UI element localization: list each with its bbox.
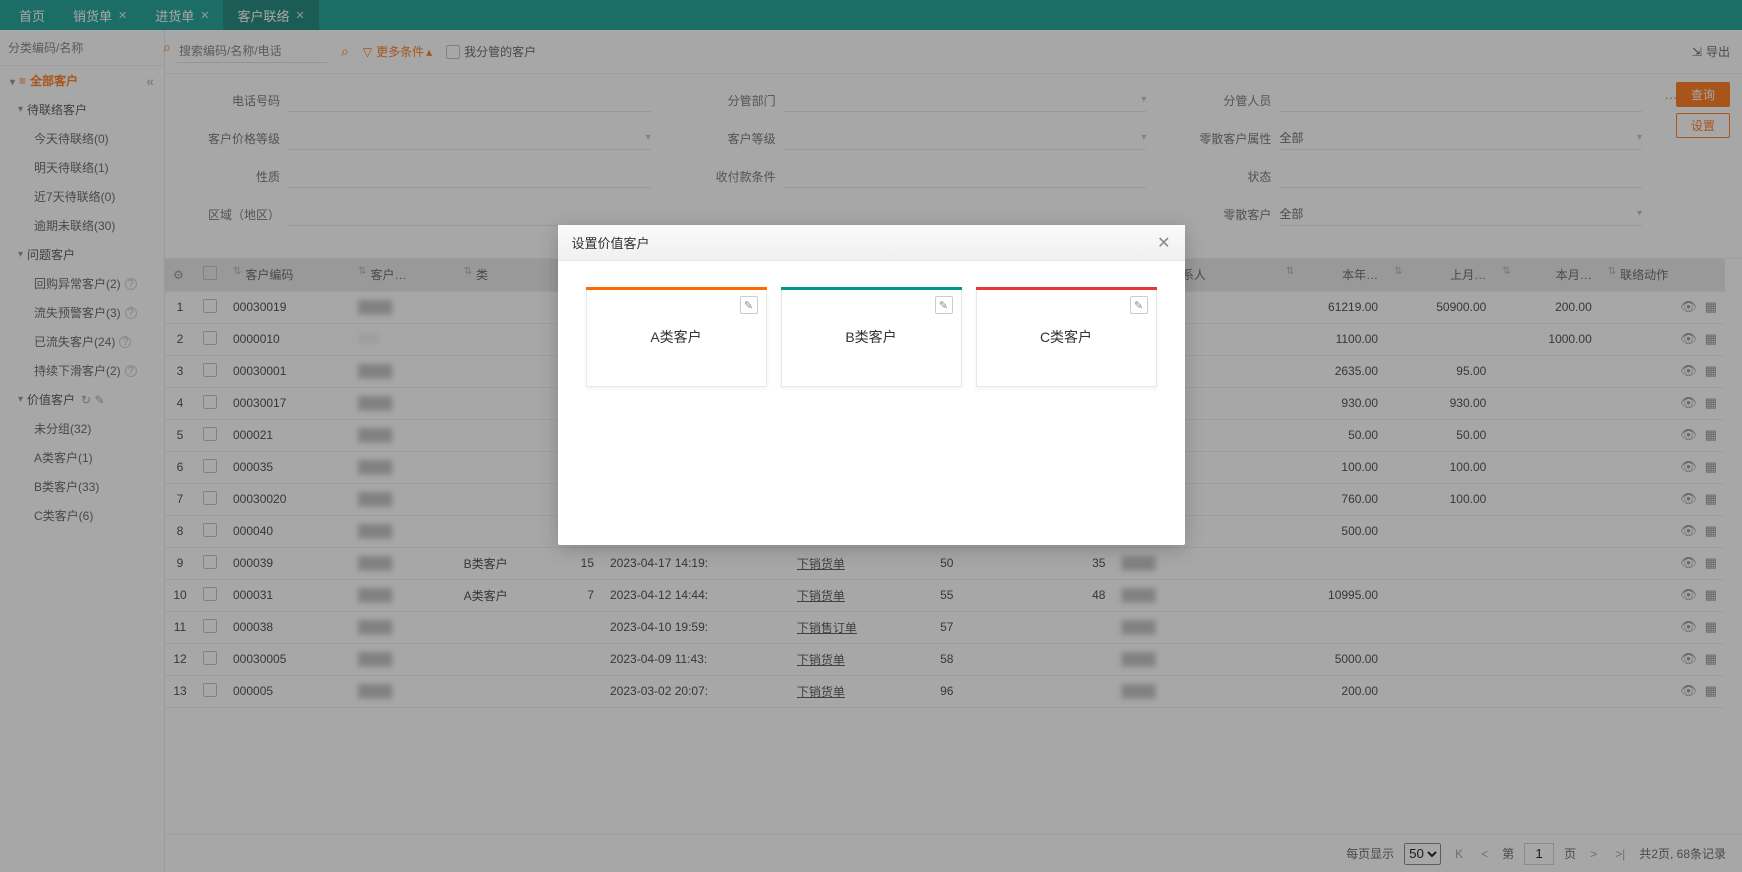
edit-icon[interactable]: ✎ <box>1130 296 1148 314</box>
modal-overlay: 设置价值客户 ✕ ✎ A类客户 ✎ B类客户 ✎ C类客户 <box>0 0 1742 872</box>
value-card-label: A类客户 <box>650 327 701 347</box>
value-card[interactable]: ✎ C类客户 <box>976 287 1157 387</box>
value-card[interactable]: ✎ A类客户 <box>586 287 767 387</box>
value-card-label: B类客户 <box>845 327 896 347</box>
value-customer-modal: 设置价值客户 ✕ ✎ A类客户 ✎ B类客户 ✎ C类客户 <box>558 225 1185 545</box>
value-card[interactable]: ✎ B类客户 <box>781 287 962 387</box>
modal-title: 设置价值客户 <box>572 233 650 252</box>
edit-icon[interactable]: ✎ <box>740 296 758 314</box>
edit-icon[interactable]: ✎ <box>935 296 953 314</box>
value-card-label: C类客户 <box>1040 327 1092 347</box>
close-icon[interactable]: ✕ <box>1157 233 1170 253</box>
